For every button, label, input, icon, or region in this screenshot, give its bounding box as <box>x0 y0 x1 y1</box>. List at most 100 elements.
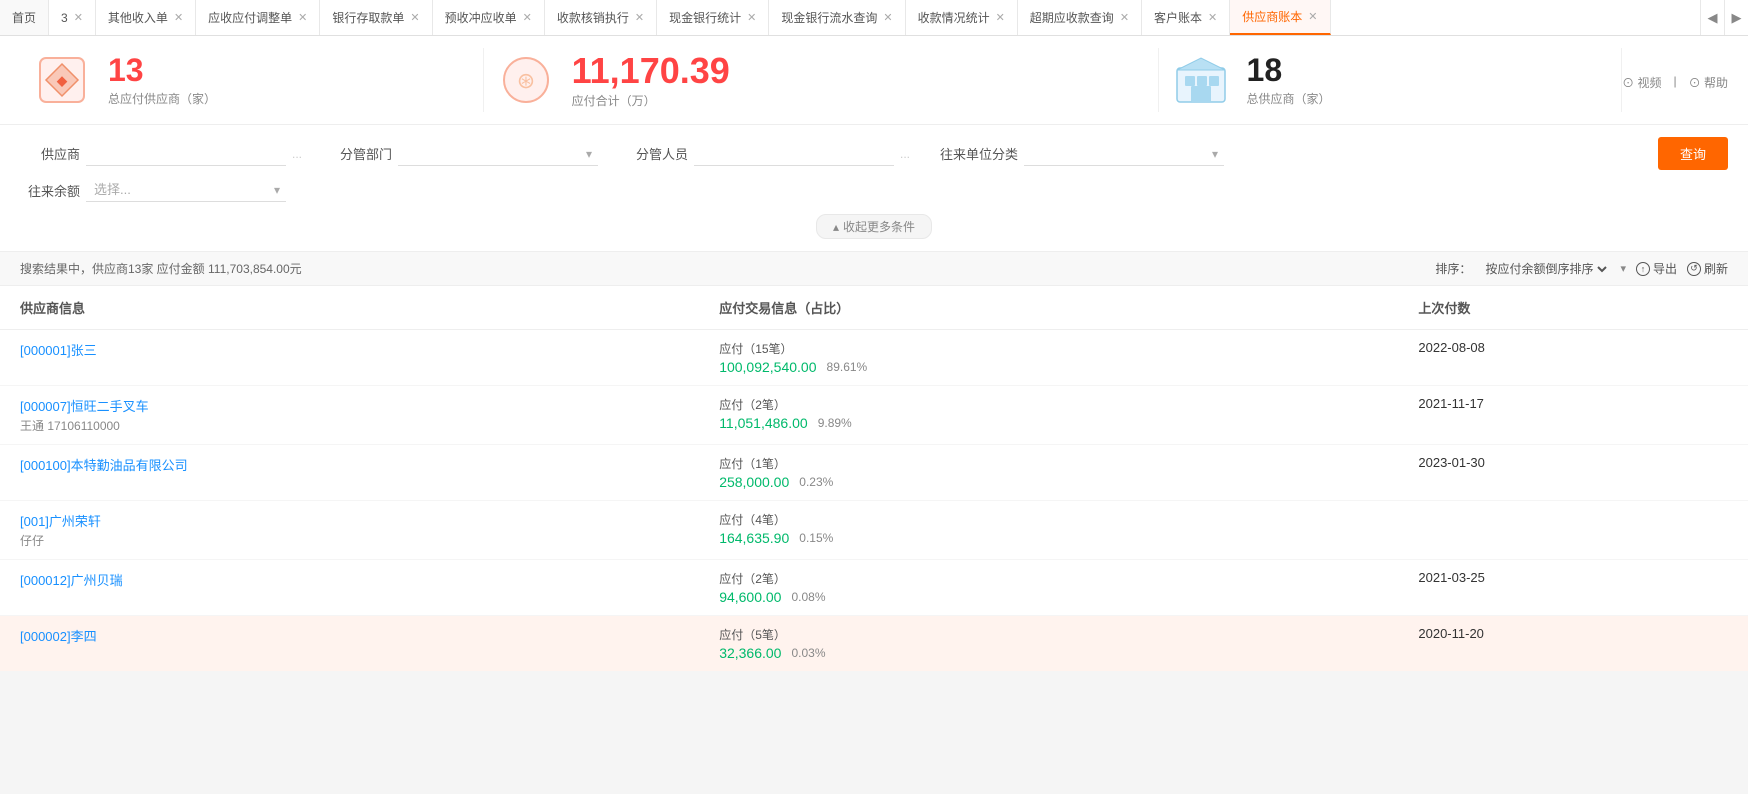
nav-tab-home[interactable]: 首页 <box>0 0 49 35</box>
table-row: [000100]本特勤油品有限公司 应付（1笔） 258,000.000.23% 20… <box>0 445 1748 501</box>
balance-filter-label: 往来余额 <box>20 181 80 200</box>
person-filter-label: 分管人员 <box>628 144 688 163</box>
collapse-bar: ▴ 收起更多条件 <box>20 210 1728 243</box>
last-payment-cell: 2021-11-17 <box>1398 386 1748 445</box>
summary-text-total-suppliers: 18 总供应商（家） <box>1247 53 1331 107</box>
tx-info-cell: 应付（1笔） 258,000.000.23% <box>699 445 1398 501</box>
dept-select[interactable] <box>398 142 598 166</box>
amount-link[interactable]: 11,051,486.00 <box>719 415 808 431</box>
nav-arrows: ◀ ▶ <box>1700 0 1748 36</box>
last-payment-cell: 2023-01-30 <box>1398 445 1748 501</box>
store-icon <box>1169 48 1233 112</box>
supplier-link[interactable]: [001]广州荣轩 <box>20 514 101 529</box>
category-select-wrapper <box>1024 142 1224 166</box>
close-icon[interactable]: ✕ <box>996 11 1005 24</box>
supplier-table: 供应商信息 应付交易信息（占比） 上次付数 [000001]张三应付（15笔）1… <box>0 286 1748 672</box>
nav-tab-advance[interactable]: 预收冲应收单 ✕ <box>433 0 545 35</box>
tx-info-cell: 应付（4笔）164,635.900.15% <box>699 501 1398 560</box>
result-info: 搜索结果中，供应商13家 应付金额 111,703,854.00元 <box>20 260 1435 277</box>
amount-link[interactable]: 164,635.90 <box>719 530 789 546</box>
supplier-link[interactable]: [000007]恒旺二手叉车 <box>20 399 149 414</box>
nav-right-arrow[interactable]: ▶ <box>1724 0 1748 36</box>
diamond-icon: ◆ <box>30 48 94 112</box>
tx-percent: 0.23% <box>789 475 833 489</box>
nav-tab-advance-label: 预收冲应收单 <box>445 9 517 26</box>
category-select[interactable] <box>1024 142 1224 166</box>
query-button[interactable]: 查询 <box>1658 137 1728 170</box>
col-tx-info: 应付交易信息（占比） <box>699 286 1398 330</box>
tx-info-cell: 应付（5笔）32,366.000.03% <box>699 616 1398 672</box>
last-payment-cell: 2020-11-20 <box>1398 616 1748 672</box>
nav-tab-bank-deposit[interactable]: 银行存取款单 ✕ <box>320 0 432 35</box>
supplier-input[interactable] <box>86 142 286 166</box>
nav-tab-cash-flow-label: 现金银行流水查询 <box>781 9 877 26</box>
filter-row-2: 往来余额 选择... <box>20 178 1728 202</box>
person-dots[interactable]: ... <box>900 147 910 161</box>
grain-icon: ⊛ <box>494 48 558 112</box>
close-icon[interactable]: ✕ <box>523 11 532 24</box>
tx-row: 164,635.900.15% <box>719 530 1378 546</box>
close-icon[interactable]: ✕ <box>74 11 83 24</box>
svg-text:◆: ◆ <box>56 73 68 88</box>
tx-info-cell: 应付（2笔）94,600.000.08% <box>699 560 1398 616</box>
nav-tab-supplier-ledger[interactable]: 供应商账本 ✕ <box>1230 0 1330 35</box>
help-link[interactable]: ⊙ 帮助 <box>1689 74 1728 91</box>
supplier-link[interactable]: [000100]本特勤油品有限公司 <box>20 458 188 473</box>
payable-suppliers-label: 总应付供应商（家） <box>108 90 216 107</box>
last-payment-cell: 2021-03-25 <box>1398 560 1748 616</box>
tx-info-cell: 应付（15笔）100,092,540.0089.61% <box>699 330 1398 386</box>
close-icon[interactable]: ✕ <box>635 11 644 24</box>
payable-suppliers-count: 13 <box>108 53 216 88</box>
amount-link[interactable]: 32,366.00 <box>719 645 781 661</box>
video-link[interactable]: ⊙ 视频 <box>1622 74 1661 91</box>
sort-select[interactable]: 按应付余额倒序排序 <box>1481 261 1610 277</box>
summary-text-payable-suppliers: 13 总应付供应商（家） <box>108 53 216 107</box>
supplier-sub-info: 王通 17106110000 <box>20 417 679 434</box>
close-icon[interactable]: ✕ <box>883 11 892 24</box>
supplier-link[interactable]: [000012]广州贝瑞 <box>20 573 123 588</box>
amount-link[interactable]: 94,600.00 <box>719 589 781 605</box>
refresh-button[interactable]: ↺ 刷新 <box>1687 260 1728 277</box>
filter-item-balance: 往来余额 选择... <box>20 178 286 202</box>
supplier-link[interactable]: [000001]张三 <box>20 343 97 358</box>
nav-tab-payment-stats[interactable]: 收款情况统计 ✕ <box>906 0 1018 35</box>
amount-link[interactable]: 100,092,540.00 <box>719 359 816 375</box>
nav-left-arrow[interactable]: ◀ <box>1700 0 1724 36</box>
nav-tab-other-income[interactable]: 其他收入单 ✕ <box>96 0 196 35</box>
close-icon[interactable]: ✕ <box>174 11 183 24</box>
person-input[interactable] <box>694 142 894 166</box>
collapse-button[interactable]: ▴ 收起更多条件 <box>816 214 932 239</box>
nav-tab-other-income-label: 其他收入单 <box>108 9 168 26</box>
close-icon[interactable]: ✕ <box>410 11 419 24</box>
nav-tab-collection[interactable]: 收款核销执行 ✕ <box>545 0 657 35</box>
balance-select[interactable]: 选择... <box>86 178 286 202</box>
tx-count: 应付（1笔） <box>719 455 1378 472</box>
tx-row: 32,366.000.03% <box>719 645 1378 661</box>
svg-text:⊛: ⊛ <box>516 68 534 93</box>
close-icon[interactable]: ✕ <box>1208 11 1217 24</box>
data-table-container: 供应商信息 应付交易信息（占比） 上次付数 [000001]张三应付（15笔）1… <box>0 286 1748 672</box>
tx-row: 258,000.000.23% <box>719 474 1378 490</box>
close-icon[interactable]: ✕ <box>1308 10 1317 23</box>
nav-tab-cash-bank-stats[interactable]: 现金银行统计 ✕ <box>657 0 769 35</box>
result-actions: 排序： 按应付余额倒序排序 ▾ ↑ 导出 ↺ 刷新 <box>1435 260 1728 277</box>
nav-tab-cash-flow[interactable]: 现金银行流水查询 ✕ <box>769 0 905 35</box>
supplier-dots[interactable]: ... <box>292 147 302 161</box>
close-icon[interactable]: ✕ <box>747 11 756 24</box>
close-icon[interactable]: ✕ <box>298 11 307 24</box>
export-button[interactable]: ↑ 导出 <box>1636 260 1677 277</box>
tx-count: 应付（2笔） <box>719 396 1378 413</box>
amount-link[interactable]: 258,000.00 <box>719 474 789 490</box>
nav-tab-3[interactable]: 3 ✕ <box>49 0 96 35</box>
export-icon: ↑ <box>1636 262 1650 276</box>
nav-tab-overdue[interactable]: 超期应收款查询 ✕ <box>1018 0 1142 35</box>
supplier-info-cell: [000100]本特勤油品有限公司 <box>0 445 699 501</box>
help-icon: ⊙ <box>1689 76 1701 90</box>
filter-row-1: 供应商 ... 分管部门 分管人员 ... 往来单位分类 <box>20 137 1728 170</box>
close-icon[interactable]: ✕ <box>1120 11 1129 24</box>
supplier-link[interactable]: [000002]李四 <box>20 629 97 644</box>
table-row: [000001]张三应付（15笔）100,092,540.0089.61%202… <box>0 330 1748 386</box>
nav-tab-customer-ledger[interactable]: 客户账本 ✕ <box>1142 0 1230 35</box>
payable-total-amount: 11,170.39 <box>572 51 730 91</box>
nav-tab-ar-adjustment[interactable]: 应收应付调整单 ✕ <box>196 0 320 35</box>
